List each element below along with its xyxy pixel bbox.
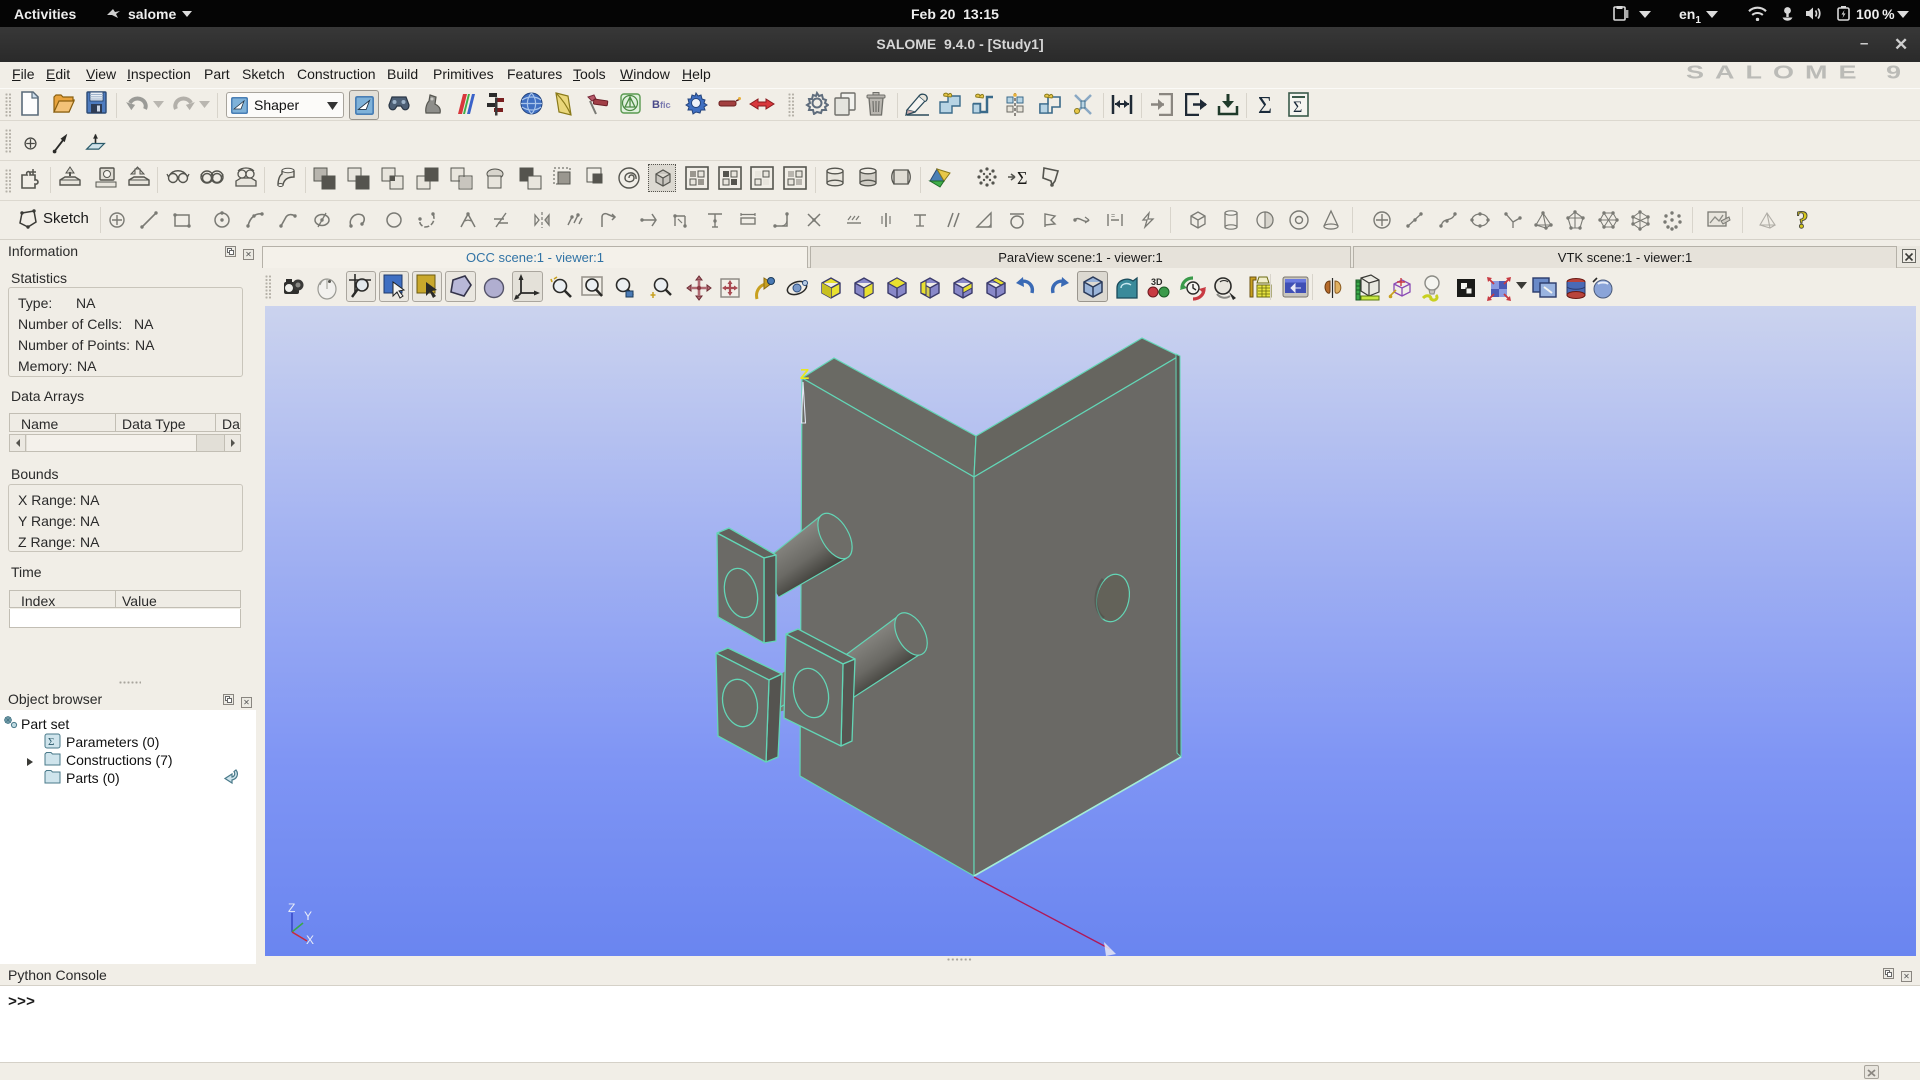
svg-text:Bficas: Bficas bbox=[652, 99, 671, 111]
svg-text:Z: Z bbox=[288, 901, 295, 915]
svg-text:Σ: Σ bbox=[1258, 93, 1272, 116]
svg-text:Y: Y bbox=[304, 909, 312, 923]
svg-text:Σ: Σ bbox=[48, 736, 54, 748]
svg-text:Z: Z bbox=[800, 366, 809, 383]
svg-text:Σ: Σ bbox=[1017, 168, 1027, 188]
svg-text:3D: 3D bbox=[1151, 277, 1163, 287]
svg-text:X: X bbox=[306, 933, 314, 947]
svg-text:?: ? bbox=[1796, 207, 1809, 233]
svg-text:=: = bbox=[1111, 213, 1115, 220]
svg-text:Σ: Σ bbox=[1293, 99, 1302, 116]
